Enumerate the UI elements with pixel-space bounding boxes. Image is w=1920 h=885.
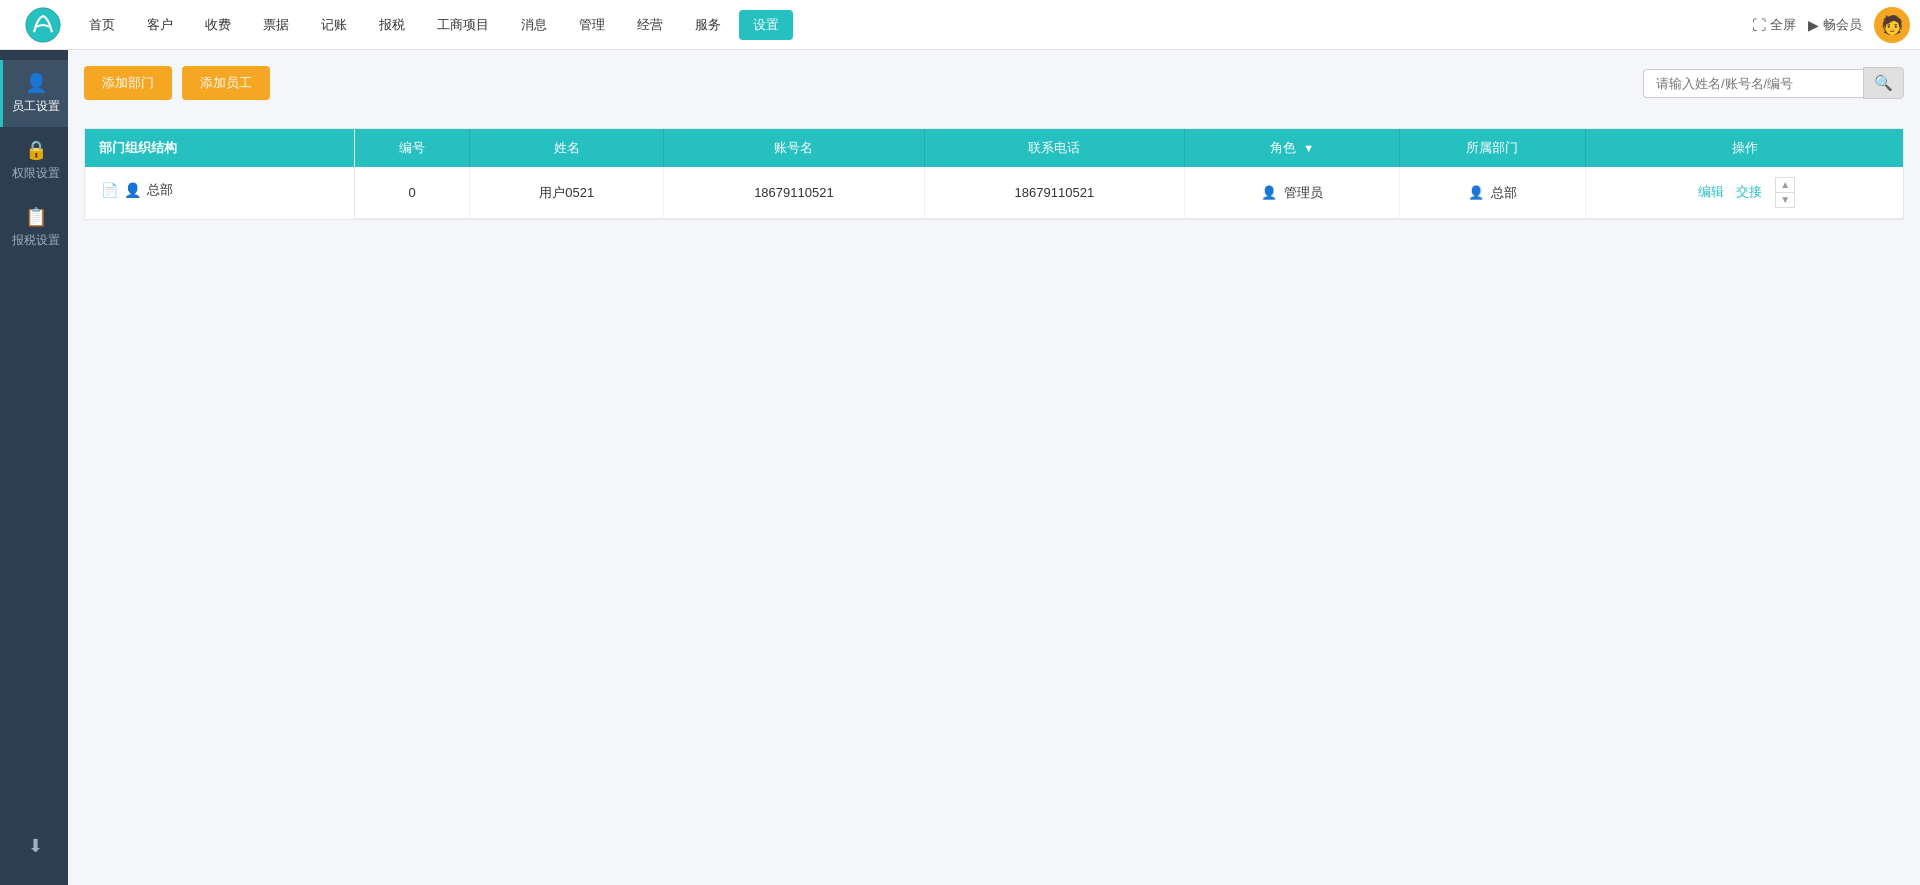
sidebar: 👤 员工设置 🔒 权限设置 📋 报税设置 ⬇ bbox=[0, 50, 68, 885]
dept-tree-header: 部门组织结构 bbox=[85, 129, 354, 167]
cell-id: 0 bbox=[355, 167, 470, 219]
top-navigation: 首页 客户 收费 票据 记账 报税 工商项目 消息 管理 经营 服务 设置 ⛶ … bbox=[0, 0, 1920, 50]
transfer-link[interactable]: 交接 bbox=[1736, 184, 1762, 199]
user-avatar[interactable]: 🧑 bbox=[1874, 7, 1910, 43]
col-role: 角色 ▼ bbox=[1185, 129, 1400, 167]
dept-tree-body: 📄 👤 总部 bbox=[85, 167, 354, 213]
taxsettings-icon: 📋 bbox=[25, 206, 47, 228]
add-employee-button[interactable]: 添加员工 bbox=[182, 66, 270, 100]
permission-icon: 🔒 bbox=[25, 139, 47, 161]
nav-items: 首页 客户 收费 票据 记账 报税 工商项目 消息 管理 经营 服务 设置 bbox=[75, 10, 1752, 40]
role-user-icon: 👤 bbox=[1261, 185, 1277, 200]
add-dept-button[interactable]: 添加部门 bbox=[84, 66, 172, 100]
action-bar: 添加部门 添加员工 bbox=[84, 66, 270, 100]
cell-dept: 👤 总部 bbox=[1399, 167, 1585, 219]
fullscreen-button[interactable]: ⛶ 全屏 bbox=[1752, 16, 1796, 34]
col-account: 账号名 bbox=[664, 129, 924, 167]
sidebar-item-taxsettings[interactable]: 📋 报税设置 bbox=[0, 194, 68, 261]
cell-account: 18679110521 bbox=[664, 167, 924, 219]
edit-link[interactable]: 编辑 bbox=[1698, 184, 1724, 199]
sidebar-item-permission-label: 权限设置 bbox=[12, 165, 60, 182]
table-area: 部门组织结构 📄 👤 总部 编号 姓名 账号名 bbox=[84, 128, 1904, 220]
premium-label: 畅会员 bbox=[1823, 16, 1862, 34]
nav-customer[interactable]: 客户 bbox=[133, 10, 187, 40]
nav-service[interactable]: 服务 bbox=[681, 10, 735, 40]
col-name: 姓名 bbox=[470, 129, 664, 167]
nav-message[interactable]: 消息 bbox=[507, 10, 561, 40]
nav-manage[interactable]: 管理 bbox=[565, 10, 619, 40]
cell-actions: 编辑 交接 ▲ ▼ bbox=[1586, 167, 1903, 219]
sidebar-download[interactable]: ⬇ bbox=[0, 823, 68, 869]
video-icon: ▶ bbox=[1808, 17, 1819, 33]
nav-right: ⛶ 全屏 ▶ 畅会员 🧑 bbox=[1752, 7, 1910, 43]
file-icon: 📄 bbox=[101, 182, 118, 198]
search-icon: 🔍 bbox=[1874, 74, 1893, 92]
nav-tax[interactable]: 报税 bbox=[365, 10, 419, 40]
employee-table: 编号 姓名 账号名 联系电话 角色 ▼ 所属部门 操作 bbox=[355, 129, 1903, 219]
dept-node-head[interactable]: 📄 👤 总部 bbox=[93, 175, 346, 205]
sidebar-item-employee[interactable]: 👤 员工设置 bbox=[0, 60, 68, 127]
main-content: 添加部门 添加员工 🔍 部门组织结构 📄 👤 总部 bbox=[68, 50, 1920, 885]
nav-settings[interactable]: 设置 bbox=[739, 10, 793, 40]
cell-phone: 18679110521 bbox=[924, 167, 1184, 219]
search-button[interactable]: 🔍 bbox=[1863, 67, 1904, 99]
nav-home[interactable]: 首页 bbox=[75, 10, 129, 40]
nav-invoice[interactable]: 票据 bbox=[249, 10, 303, 40]
employee-icon: 👤 bbox=[25, 72, 47, 94]
nav-accounting[interactable]: 记账 bbox=[307, 10, 361, 40]
dept-node-name: 总部 bbox=[147, 181, 173, 199]
nav-operation[interactable]: 经营 bbox=[623, 10, 677, 40]
logo-icon bbox=[25, 7, 61, 43]
premium-button[interactable]: ▶ 畅会员 bbox=[1808, 16, 1862, 34]
col-dept: 所属部门 bbox=[1399, 129, 1585, 167]
table-row: 0 用户0521 18679110521 18679110521 👤 管理员 👤… bbox=[355, 167, 1903, 219]
sidebar-item-taxsettings-label: 报税设置 bbox=[12, 232, 60, 249]
search-input[interactable] bbox=[1643, 69, 1863, 98]
role-filter-icon[interactable]: ▼ bbox=[1303, 142, 1314, 154]
search-bar: 🔍 bbox=[1643, 67, 1904, 99]
nav-business[interactable]: 工商项目 bbox=[423, 10, 503, 40]
cell-name: 用户0521 bbox=[470, 167, 664, 219]
scroll-down-arrow[interactable]: ▼ bbox=[1775, 193, 1795, 208]
scroll-arrows: ▲ ▼ bbox=[1775, 177, 1795, 208]
sidebar-bottom: ⬇ bbox=[0, 823, 68, 885]
sidebar-item-employee-label: 员工设置 bbox=[12, 98, 60, 115]
col-action: 操作 bbox=[1586, 129, 1903, 167]
dept-tree: 部门组织结构 📄 👤 总部 bbox=[85, 129, 355, 219]
nav-fee[interactable]: 收费 bbox=[191, 10, 245, 40]
logo-area bbox=[10, 7, 75, 43]
download-icon: ⬇ bbox=[28, 835, 43, 857]
fullscreen-icon: ⛶ bbox=[1752, 17, 1766, 33]
col-id: 编号 bbox=[355, 129, 470, 167]
cell-role: 👤 管理员 bbox=[1185, 167, 1400, 219]
scroll-up-arrow[interactable]: ▲ bbox=[1775, 177, 1795, 193]
col-phone: 联系电话 bbox=[924, 129, 1184, 167]
dept-user-icon: 👤 bbox=[124, 182, 141, 198]
emp-table: 编号 姓名 账号名 联系电话 角色 ▼ 所属部门 操作 bbox=[355, 129, 1903, 219]
table-scroll-wrap: 编号 姓名 账号名 联系电话 角色 ▼ 所属部门 操作 bbox=[355, 129, 1903, 219]
top-action-row: 添加部门 添加员工 🔍 bbox=[84, 66, 1904, 114]
sidebar-item-permission[interactable]: 🔒 权限设置 bbox=[0, 127, 68, 194]
fullscreen-label: 全屏 bbox=[1770, 16, 1796, 34]
dept-cell-icon: 👤 bbox=[1468, 185, 1484, 200]
